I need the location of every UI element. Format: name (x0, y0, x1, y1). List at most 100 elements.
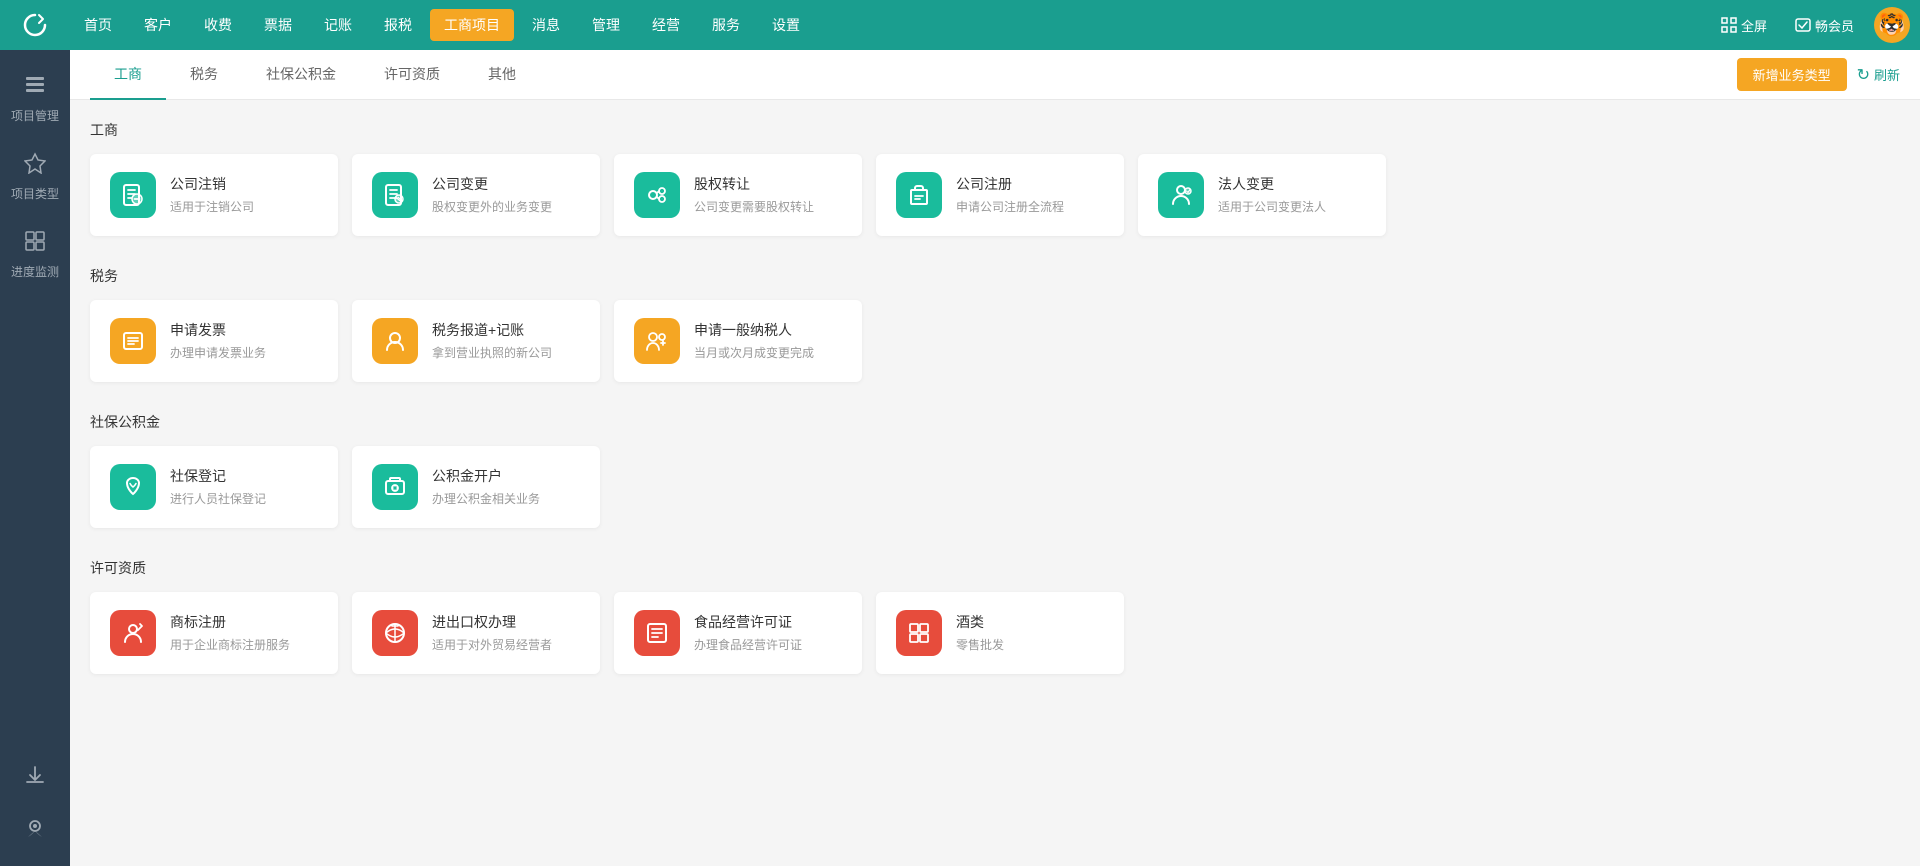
card-general-taxpayer[interactable]: 申请一般纳税人 当月或次月成变更完成 (614, 300, 862, 382)
cards-grid-gongshang: 公司注销 适用于注销公司 公司变更 股权变更外的业务变更 (90, 154, 1900, 236)
card-provident-fund[interactable]: 公积金开户 办理公积金相关业务 (352, 446, 600, 528)
nav-item-settings[interactable]: 设置 (758, 9, 814, 41)
cards-grid-shuiwu: 申请发票 办理申请发票业务 税务报道+记账 拿到营业执照的新公司 (90, 300, 1900, 382)
nav-item-message[interactable]: 消息 (518, 9, 574, 41)
top-navigation: 首页 客户 收费 票据 记账 报税 工商项目 消息 管理 经营 服务 设置 全屏… (0, 0, 1920, 50)
card-title-company-cancel: 公司注销 (170, 174, 254, 194)
card-icon-provident-fund (372, 464, 418, 510)
tab-shuiwu[interactable]: 税务 (166, 50, 242, 100)
card-title-apply-invoice: 申请发票 (170, 320, 266, 340)
nav-item-home[interactable]: 首页 (70, 9, 126, 41)
card-icon-social-insurance (110, 464, 156, 510)
avatar[interactable]: 🐯 (1874, 7, 1910, 43)
section-title-shebao: 社保公积金 (90, 412, 1900, 432)
tab-gongshang[interactable]: 工商 (90, 50, 166, 100)
add-type-button[interactable]: 新增业务类型 (1737, 58, 1847, 91)
sidebar-item-label-pm: 项目管理 (11, 107, 59, 124)
section-shuiwu: 税务 申请发票 办理申请发票业务 (90, 266, 1900, 382)
card-apply-invoice[interactable]: 申请发票 办理申请发票业务 (90, 300, 338, 382)
card-icon-apply-invoice (110, 318, 156, 364)
card-company-change[interactable]: 公司变更 股权变更外的业务变更 (352, 154, 600, 236)
card-text-tax-report: 税务报道+记账 拿到营业执照的新公司 (432, 320, 552, 362)
card-icon-tax-report (372, 318, 418, 364)
project-type-icon (24, 152, 46, 180)
nav-item-manage[interactable]: 管理 (578, 9, 634, 41)
sidebar-item-location[interactable] (0, 803, 70, 856)
nav-item-client[interactable]: 客户 (130, 9, 186, 41)
location-icon (24, 817, 46, 842)
card-icon-import-export (372, 610, 418, 656)
nav-item-business[interactable]: 工商项目 (430, 9, 514, 41)
tab-xuke[interactable]: 许可资质 (360, 50, 464, 100)
card-desc-company-register: 申请公司注册全流程 (956, 199, 1064, 216)
sidebar-item-project-management[interactable]: 项目管理 (0, 60, 70, 138)
card-desc-tax-report: 拿到营业执照的新公司 (432, 345, 552, 362)
sidebar-item-project-type[interactable]: 项目类型 (0, 138, 70, 216)
cards-grid-xuke: 商标注册 用于企业商标注册服务 进出口权办理 适用于对外贸易经营者 (90, 592, 1900, 674)
card-title-general-taxpayer: 申请一般纳税人 (694, 320, 814, 340)
nav-item-operation[interactable]: 经营 (638, 9, 694, 41)
card-text-provident-fund: 公积金开户 办理公积金相关业务 (432, 466, 540, 508)
section-title-shuiwu: 税务 (90, 266, 1900, 286)
sidebar-item-label-pt: 项目类型 (11, 185, 59, 202)
card-text-import-export: 进出口权办理 适用于对外贸易经营者 (432, 612, 552, 654)
section-gongshang: 工商 公司注销 适用于注销公司 (90, 120, 1900, 236)
card-company-register[interactable]: 公司注册 申请公司注册全流程 (876, 154, 1124, 236)
nav-item-service[interactable]: 服务 (698, 9, 754, 41)
card-food-license[interactable]: 食品经营许可证 办理食品经营许可证 (614, 592, 862, 674)
member-button[interactable]: 畅会员 (1787, 12, 1862, 39)
tab-shebao[interactable]: 社保公积金 (242, 50, 360, 100)
tab-bar: 工商 税务 社保公积金 许可资质 其他 新增业务类型 ↻ 刷新 (70, 50, 1920, 100)
card-import-export[interactable]: 进出口权办理 适用于对外贸易经营者 (352, 592, 600, 674)
nav-item-accounting[interactable]: 记账 (310, 9, 366, 41)
card-social-insurance[interactable]: 社保登记 进行人员社保登记 (90, 446, 338, 528)
card-title-company-register: 公司注册 (956, 174, 1064, 194)
card-title-legal-person: 法人变更 (1218, 174, 1326, 194)
card-title-tax-report: 税务报道+记账 (432, 320, 552, 340)
progress-icon (24, 230, 46, 258)
sidebar-item-download[interactable] (0, 750, 70, 803)
card-desc-company-change: 股权变更外的业务变更 (432, 199, 552, 216)
card-desc-provident-fund: 办理公积金相关业务 (432, 491, 540, 508)
card-title-alcohol: 酒类 (956, 612, 1004, 632)
fullscreen-label: 全屏 (1741, 16, 1767, 35)
tab-other[interactable]: 其他 (464, 50, 540, 100)
card-text-apply-invoice: 申请发票 办理申请发票业务 (170, 320, 266, 362)
card-tax-report[interactable]: 税务报道+记账 拿到营业执照的新公司 (352, 300, 600, 382)
sidebar-item-label-prog: 进度监测 (11, 263, 59, 280)
tab-actions: 新增业务类型 ↻ 刷新 (1737, 58, 1900, 91)
card-title-company-change: 公司变更 (432, 174, 552, 194)
card-equity-transfer[interactable]: 股权转让 公司变更需要股权转让 (614, 154, 862, 236)
card-desc-apply-invoice: 办理申请发票业务 (170, 345, 266, 362)
nav-item-tax[interactable]: 报税 (370, 9, 426, 41)
refresh-label: 刷新 (1874, 65, 1900, 84)
card-text-company-change: 公司变更 股权变更外的业务变更 (432, 174, 552, 216)
sidebar-item-progress[interactable]: 进度监测 (0, 216, 70, 294)
card-title-import-export: 进出口权办理 (432, 612, 552, 632)
card-icon-general-taxpayer (634, 318, 680, 364)
card-title-social-insurance: 社保登记 (170, 466, 266, 486)
nav-item-invoice[interactable]: 票据 (250, 9, 306, 41)
card-company-cancel[interactable]: 公司注销 适用于注销公司 (90, 154, 338, 236)
refresh-button[interactable]: ↻ 刷新 (1857, 65, 1900, 85)
card-icon-company-register (896, 172, 942, 218)
content-area: 工商 税务 社保公积金 许可资质 其他 新增业务类型 ↻ 刷新 工商 (70, 50, 1920, 866)
card-trademark[interactable]: 商标注册 用于企业商标注册服务 (90, 592, 338, 674)
card-text-food-license: 食品经营许可证 办理食品经营许可证 (694, 612, 802, 654)
refresh-icon: ↻ (1857, 65, 1870, 85)
scroll-content[interactable]: 工商 公司注销 适用于注销公司 (70, 100, 1920, 866)
fullscreen-button[interactable]: 全屏 (1713, 12, 1775, 39)
card-desc-food-license: 办理食品经营许可证 (694, 637, 802, 654)
project-management-icon (24, 74, 46, 102)
card-alcohol[interactable]: 酒类 零售批发 (876, 592, 1124, 674)
card-icon-trademark (110, 610, 156, 656)
nav-menu: 首页 客户 收费 票据 记账 报税 工商项目 消息 管理 经营 服务 设置 (70, 9, 1713, 41)
card-text-trademark: 商标注册 用于企业商标注册服务 (170, 612, 290, 654)
card-icon-company-change (372, 172, 418, 218)
nav-item-fee[interactable]: 收费 (190, 9, 246, 41)
nav-right-actions: 全屏 畅会员 🐯 (1713, 7, 1910, 43)
card-text-company-register: 公司注册 申请公司注册全流程 (956, 174, 1064, 216)
card-title-provident-fund: 公积金开户 (432, 466, 540, 486)
main-layout: 项目管理 项目类型 进度监测 (0, 50, 1920, 866)
card-legal-person-change[interactable]: 法人变更 适用于公司变更法人 (1138, 154, 1386, 236)
